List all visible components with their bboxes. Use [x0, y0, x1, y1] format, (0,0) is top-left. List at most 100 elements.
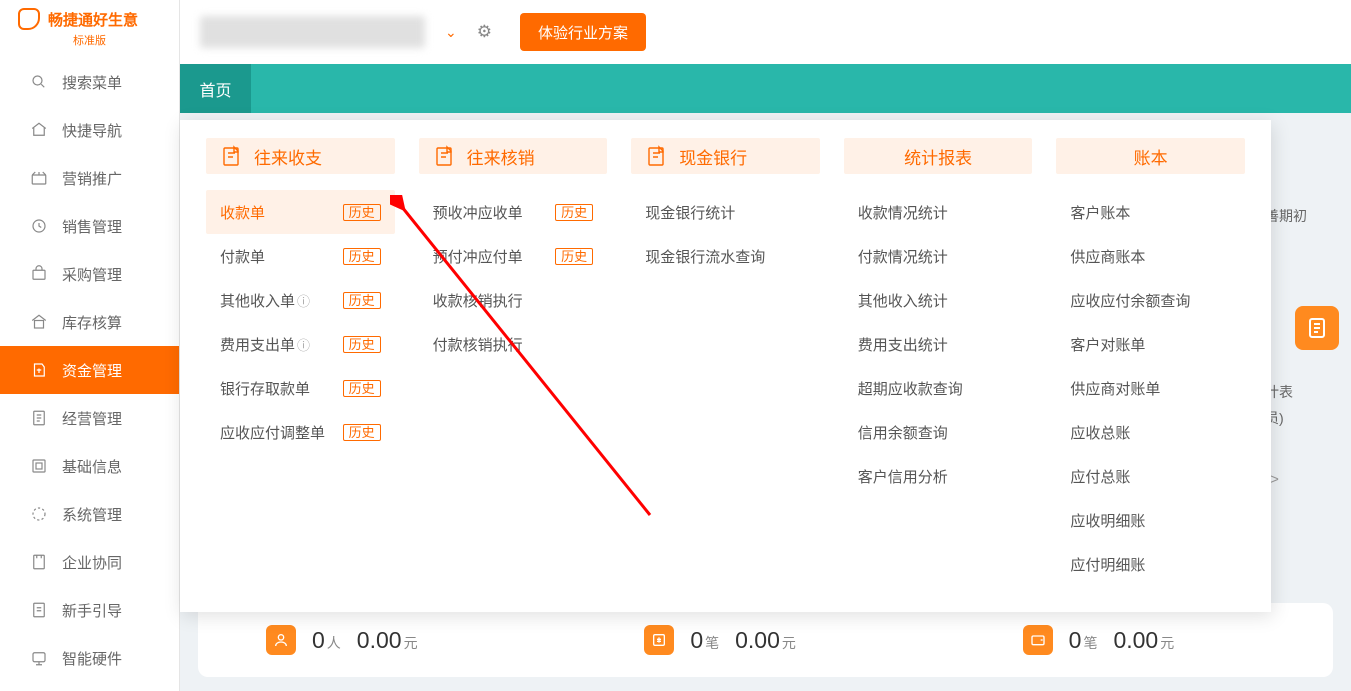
mega-item[interactable]: 现金银行流水查询 — [631, 234, 820, 278]
mega-item-label: 超期应收款查询 — [858, 378, 963, 399]
mega-column-header: 账本 — [1056, 138, 1245, 174]
user-icon — [266, 625, 296, 655]
mega-item-label: 付款核销执行 — [433, 334, 523, 355]
mega-item-label: 付款情况统计 — [858, 246, 948, 267]
sidebar-item-inventory[interactable]: 库存核算 — [0, 298, 179, 346]
sidebar-item-label: 采购管理 — [62, 264, 122, 285]
sidebar-item-sales[interactable]: 销售管理 — [0, 202, 179, 250]
mega-item[interactable]: 其他收入单ⓘ 历史 — [206, 278, 395, 322]
history-tag[interactable]: 历史 — [343, 248, 381, 265]
workspace-selector[interactable] — [200, 16, 425, 48]
mega-item[interactable]: 其他收入统计 — [844, 278, 1033, 322]
mega-item[interactable]: 客户账本 — [1056, 190, 1245, 234]
sidebar-item-collab[interactable]: 企业协同 — [0, 538, 179, 586]
sidebar-item-search[interactable]: 搜索菜单 — [0, 58, 179, 106]
floating-action-button[interactable] — [1295, 306, 1339, 350]
sidebar-item-label: 智能硬件 — [62, 648, 122, 669]
mega-item[interactable]: 付款单历史 — [206, 234, 395, 278]
mega-column-header: 统计报表 — [844, 138, 1033, 174]
document-icon — [645, 144, 669, 168]
mega-column-title: 统计报表 — [904, 144, 972, 169]
mega-item[interactable]: 收款情况统计 — [844, 190, 1033, 234]
mega-item[interactable]: 应收应付余额查询 — [1056, 278, 1245, 322]
tab-home[interactable]: 首页 — [180, 64, 251, 113]
sidebar-item-label: 搜索菜单 — [62, 72, 122, 93]
mega-item[interactable]: 现金银行统计 — [631, 190, 820, 234]
sidebar: 畅捷通好生意 标准版 搜索菜单快捷导航营销推广销售管理采购管理库存核算资金管理经… — [0, 0, 180, 691]
history-tag[interactable]: 历史 — [343, 292, 381, 309]
mega-item[interactable]: 应收应付调整单 历史 — [206, 410, 395, 454]
metric-c: 0笔 0.00元 — [955, 625, 1333, 655]
mega-item[interactable]: 应付总账 — [1056, 454, 1245, 498]
funds-icon — [30, 361, 48, 379]
mega-item[interactable]: 供应商账本 — [1056, 234, 1245, 278]
sidebar-item-label: 经营管理 — [62, 408, 122, 429]
sidebar-item-operation[interactable]: 经营管理 — [0, 394, 179, 442]
mega-item-label: 现金银行流水查询 — [645, 246, 765, 267]
mega-item[interactable]: 银行存取款单历史 — [206, 366, 395, 410]
mega-item-label: 收款单 — [220, 202, 265, 223]
mega-item-label: 供应商账本 — [1070, 246, 1145, 267]
basic-icon — [30, 457, 48, 475]
chevron-down-icon[interactable]: ⌄ — [445, 24, 457, 41]
mega-item[interactable]: 费用支出统计 — [844, 322, 1033, 366]
mega-column-4: 账本客户账本供应商账本应收应付余额查询客户对账单供应商对账单应收总账应付总账应收… — [1056, 138, 1245, 594]
help-icon[interactable]: ⓘ — [297, 338, 310, 353]
mega-item[interactable]: 客户对账单 — [1056, 322, 1245, 366]
sidebar-item-funds[interactable]: 资金管理 — [0, 346, 179, 394]
sidebar-item-label: 资金管理 — [62, 360, 122, 381]
mega-item[interactable]: 应收明细账 — [1056, 498, 1245, 542]
marketing-icon — [30, 169, 48, 187]
mega-item-label: 应收应付调整单 — [220, 422, 325, 443]
mega-column-title: 现金银行 — [679, 144, 747, 169]
history-tag[interactable]: 历史 — [343, 380, 381, 397]
sidebar-item-label: 企业协同 — [62, 552, 122, 573]
mega-item[interactable]: 付款核销执行 — [419, 322, 608, 366]
mega-item[interactable]: 应收总账 — [1056, 410, 1245, 454]
hardware-icon — [30, 649, 48, 667]
mega-item[interactable]: 收款核销执行 — [419, 278, 608, 322]
metric-a: 0人 0.00元 — [198, 625, 576, 655]
mega-column-header: 现金银行 — [631, 138, 820, 174]
document-icon — [433, 144, 457, 168]
sidebar-item-guide[interactable]: 新手引导 — [0, 586, 179, 634]
mega-column-header: 往来核销 — [419, 138, 608, 174]
sidebar-item-basic[interactable]: 基础信息 — [0, 442, 179, 490]
sidebar-item-marketing[interactable]: 营销推广 — [0, 154, 179, 202]
mega-item[interactable]: 信用余额查询 — [844, 410, 1033, 454]
sidebar-item-system[interactable]: 系统管理 — [0, 490, 179, 538]
history-tag[interactable]: 历史 — [555, 248, 593, 265]
mega-column-1: 往来核销预收冲应收单历史预付冲应付单历史收款核销执行付款核销执行 — [419, 138, 608, 594]
mega-item-label: 应收应付余额查询 — [1070, 290, 1190, 311]
sidebar-item-hardware[interactable]: 智能硬件 — [0, 634, 179, 682]
brand-name: 畅捷通好生意 — [48, 9, 138, 30]
history-tag[interactable]: 历史 — [343, 336, 381, 353]
wallet-icon — [1023, 625, 1053, 655]
history-tag[interactable]: 历史 — [343, 424, 381, 441]
mega-item[interactable]: 超期应收款查询 — [844, 366, 1033, 410]
mega-column-3: 统计报表收款情况统计付款情况统计其他收入统计费用支出统计超期应收款查询信用余额查… — [844, 138, 1033, 594]
mega-item[interactable]: 客户信用分析 — [844, 454, 1033, 498]
mega-item-label: 客户信用分析 — [858, 466, 948, 487]
mega-item[interactable]: 供应商对账单 — [1056, 366, 1245, 410]
history-tag[interactable]: 历史 — [343, 204, 381, 221]
mega-item-label: 其他收入单ⓘ — [220, 290, 310, 311]
purchase-icon — [30, 265, 48, 283]
mega-column-header: 往来收支 — [206, 138, 395, 174]
mega-item[interactable]: 收款单 历史 — [206, 190, 395, 234]
sidebar-item-purchase[interactable]: 采购管理 — [0, 250, 179, 298]
cta-industry-button[interactable]: 体验行业方案 — [520, 13, 646, 51]
help-icon[interactable]: ⓘ — [297, 294, 310, 309]
mega-item[interactable]: 付款情况统计 — [844, 234, 1033, 278]
mega-item-label: 现金银行统计 — [645, 202, 735, 223]
sidebar-item-quicknav[interactable]: 快捷导航 — [0, 106, 179, 154]
mega-item[interactable]: 预付冲应付单历史 — [419, 234, 608, 278]
inventory-icon — [30, 313, 48, 331]
mega-item[interactable]: 应付明细账 — [1056, 542, 1245, 586]
mega-item[interactable]: 费用支出单ⓘ历史 — [206, 322, 395, 366]
mega-item-label: 供应商对账单 — [1070, 378, 1160, 399]
history-tag[interactable]: 历史 — [555, 204, 593, 221]
sales-icon — [30, 217, 48, 235]
gear-icon[interactable]: ⚙ — [477, 22, 492, 42]
mega-item[interactable]: 预收冲应收单历史 — [419, 190, 608, 234]
